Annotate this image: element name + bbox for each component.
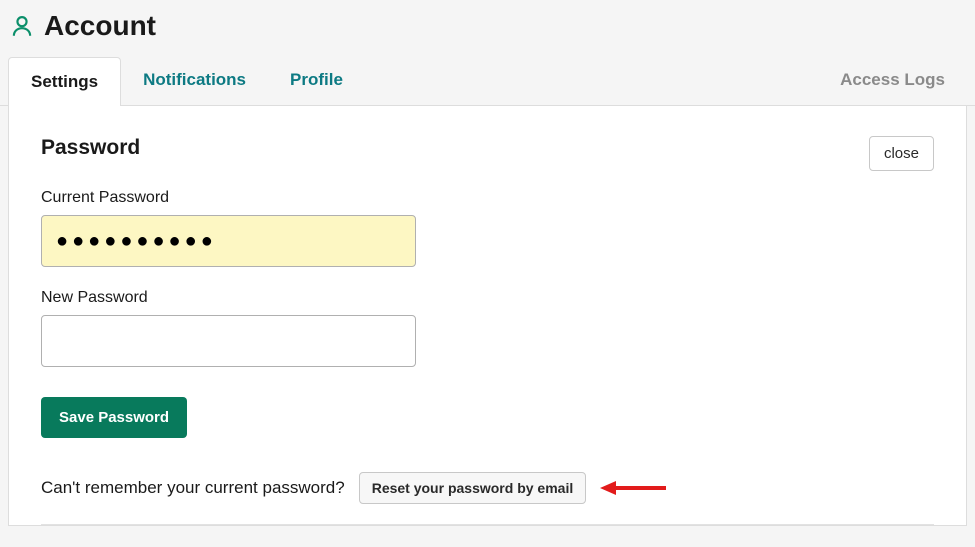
reset-row: Can't remember your current password? Re… (41, 472, 934, 504)
tab-settings[interactable]: Settings (8, 57, 121, 106)
reset-question-text: Can't remember your current password? (41, 478, 345, 498)
new-password-input[interactable] (41, 315, 416, 367)
current-password-label: Current Password (41, 189, 934, 207)
tab-profile[interactable]: Profile (268, 56, 365, 105)
page-header: Account (0, 0, 975, 56)
password-section-header: Password close (41, 136, 934, 171)
save-password-button[interactable]: Save Password (41, 397, 187, 438)
new-password-label: New Password (41, 289, 934, 307)
reset-by-email-button[interactable]: Reset your password by email (359, 472, 587, 504)
tabs: Settings Notifications Profile Access Lo… (0, 56, 975, 106)
close-button[interactable]: close (869, 136, 934, 171)
tab-notifications[interactable]: Notifications (121, 56, 268, 105)
divider (41, 524, 934, 525)
arrow-annotation-icon (600, 478, 666, 498)
new-password-field: New Password (41, 289, 934, 367)
current-password-field: Current Password (41, 189, 934, 267)
user-icon (8, 12, 36, 40)
current-password-input[interactable] (41, 215, 416, 267)
password-title: Password (41, 136, 140, 160)
tab-access-logs[interactable]: Access Logs (818, 56, 967, 105)
settings-panel: Password close Current Password New Pass… (8, 106, 967, 526)
page-title: Account (44, 10, 156, 42)
